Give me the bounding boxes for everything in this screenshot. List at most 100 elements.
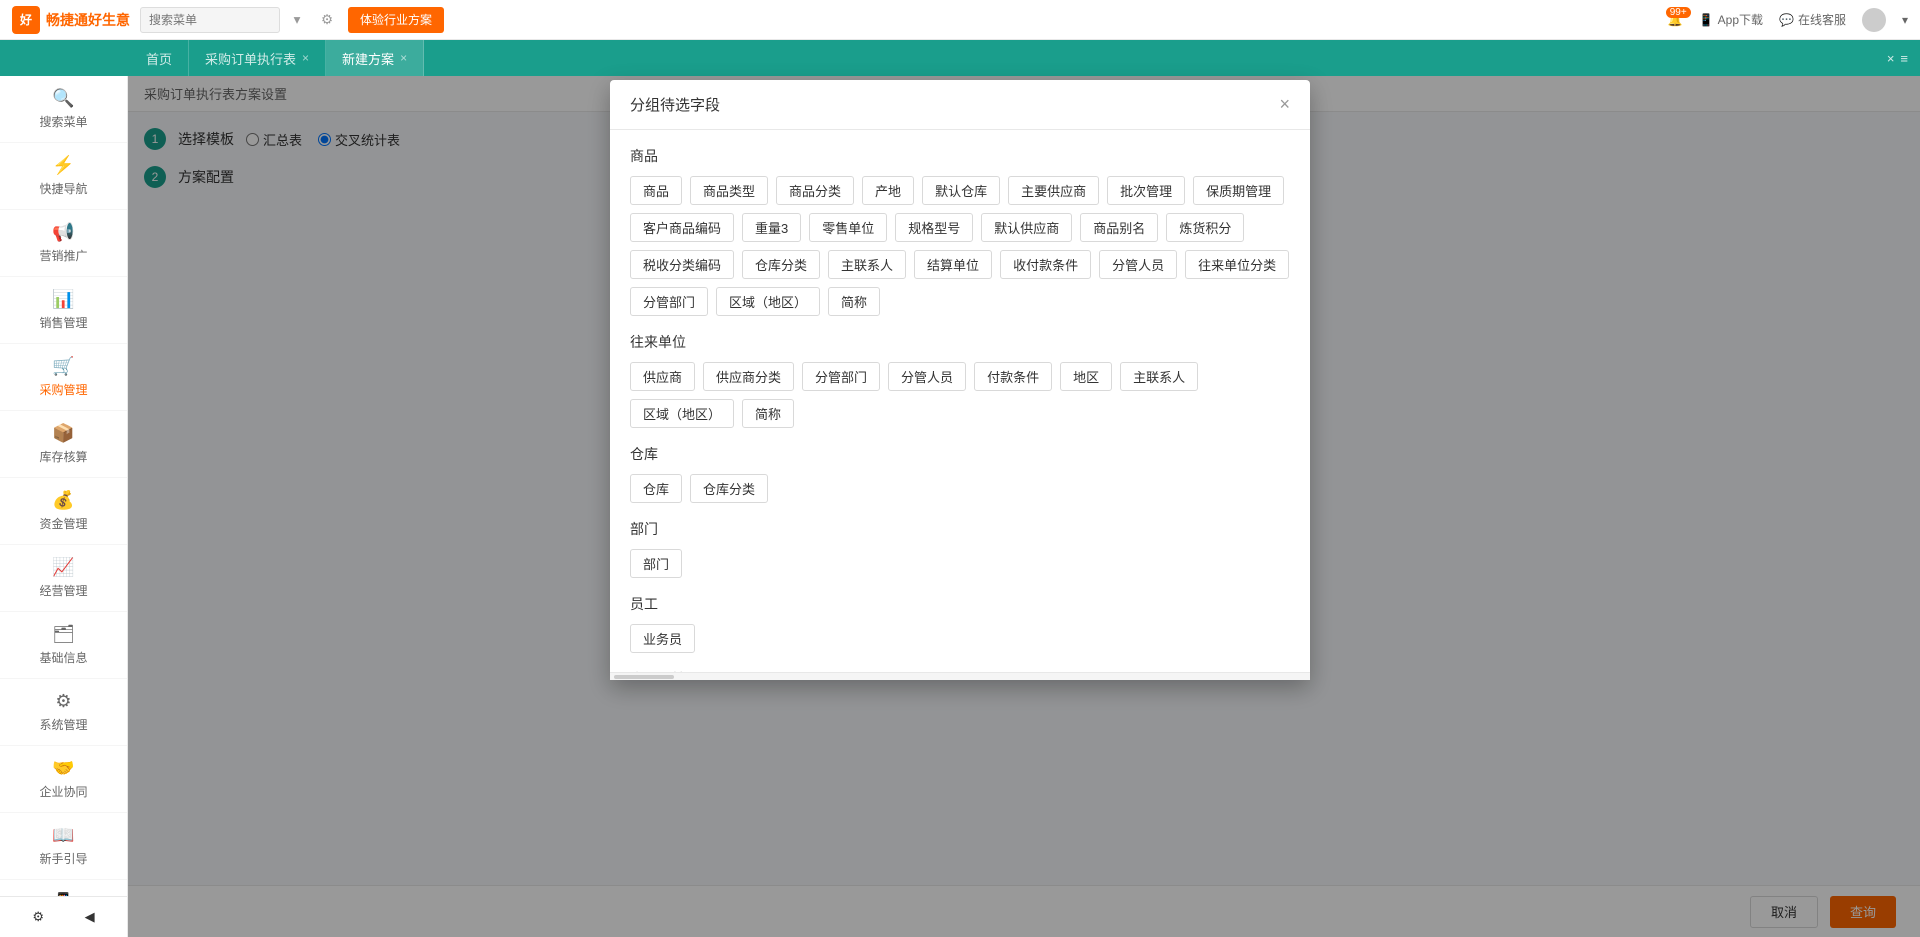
sidebar-item-inventory[interactable]: 📦 库存核算 xyxy=(0,411,127,478)
avatar[interactable] xyxy=(1862,8,1886,32)
field-goods-alias[interactable]: 商品别名 xyxy=(1080,213,1158,242)
sidebar-settings-btn[interactable]: ⚙ xyxy=(32,909,44,925)
top-header: 好 畅捷通好生意 ▾ ⚙ 体验行业方案 🔔 99+ 📱 App下载 💬 在线客服… xyxy=(0,0,1920,40)
sidebar-item-quicknav-label: 快捷导航 xyxy=(39,180,87,197)
field-scrap-points[interactable]: 炼货积分 xyxy=(1166,213,1244,242)
sidebar-item-collab[interactable]: 🤝 企业协同 xyxy=(0,746,127,813)
field-short-name-partner[interactable]: 简称 xyxy=(742,399,794,428)
field-customer-code[interactable]: 客户商品编码 xyxy=(630,213,734,242)
field-warehouse[interactable]: 仓库 xyxy=(630,474,682,503)
field-shelf-life[interactable]: 保质期管理 xyxy=(1193,176,1284,205)
settings-icon-btn[interactable]: ⚙ xyxy=(314,7,340,33)
field-batch-mgmt[interactable]: 批次管理 xyxy=(1107,176,1185,205)
tab-home-label: 首页 xyxy=(146,49,172,68)
sidebar-item-collab-label: 企业协同 xyxy=(39,783,87,800)
sidebar-item-base[interactable]: 🗂 基础信息 xyxy=(0,612,127,679)
field-tax-code[interactable]: 税收分类编码 xyxy=(630,250,734,279)
field-payment-terms[interactable]: 收付款条件 xyxy=(1000,250,1091,279)
field-retail-unit[interactable]: 零售单位 xyxy=(809,213,887,242)
section-warehouse-fields: 仓库 仓库分类 xyxy=(630,474,1290,503)
quicknav-icon: ⚡ xyxy=(52,155,74,176)
field-settlement-unit[interactable]: 结算单位 xyxy=(914,250,992,279)
tab-new-plan-label: 新建方案 xyxy=(342,49,394,68)
tab-purchase-exec-label: 采购订单执行表 xyxy=(205,49,296,68)
sidebar-item-quicknav[interactable]: ⚡ 快捷导航 xyxy=(0,143,127,210)
modal-horizontal-scrollbar[interactable] xyxy=(610,672,1310,680)
field-region-partner[interactable]: 地区 xyxy=(1060,362,1112,391)
search-icon: 🔍 xyxy=(52,88,74,109)
field-region-goods[interactable]: 区域（地区） xyxy=(716,287,820,316)
field-weight3[interactable]: 重量3 xyxy=(742,213,801,242)
field-default-warehouse[interactable]: 默认仓库 xyxy=(922,176,1000,205)
section-dept-fields: 部门 xyxy=(630,549,1290,578)
notification-area[interactable]: 🔔 99+ xyxy=(1668,13,1683,27)
field-managed-dept[interactable]: 分管部门 xyxy=(802,362,880,391)
sidebar-collapse-btn[interactable]: ◀ xyxy=(85,909,95,925)
sidebar-item-inventory-label: 库存核算 xyxy=(39,448,87,465)
sidebar-item-search-label: 搜索菜单 xyxy=(39,113,87,130)
sidebar-item-finance[interactable]: 💰 资金管理 xyxy=(0,478,127,545)
sidebar-item-purchase[interactable]: 🛒 采购管理 xyxy=(0,344,127,411)
online-service[interactable]: 💬 在线客服 xyxy=(1779,11,1846,28)
field-manager[interactable]: 分管人员 xyxy=(1099,250,1177,279)
field-spec-model[interactable]: 规格型号 xyxy=(895,213,973,242)
finance-icon: 💰 xyxy=(52,490,74,511)
field-managed-person[interactable]: 分管人员 xyxy=(888,362,966,391)
field-warehouse-category[interactable]: 仓库分类 xyxy=(742,250,820,279)
logo-text: 畅捷通好生意 xyxy=(46,10,130,30)
tab-prev-icon[interactable]: × xyxy=(1887,51,1895,66)
base-icon: 🗂 xyxy=(52,624,75,645)
field-warehouse-cat[interactable]: 仓库分类 xyxy=(690,474,768,503)
search-input[interactable] xyxy=(140,7,280,33)
field-goods-type[interactable]: 商品类型 xyxy=(690,176,768,205)
field-dept[interactable]: 分管部门 xyxy=(630,287,708,316)
field-short-name-goods[interactable]: 简称 xyxy=(828,287,880,316)
field-supplier-category[interactable]: 供应商分类 xyxy=(703,362,794,391)
field-salesperson[interactable]: 业务员 xyxy=(630,624,695,653)
tab-purchase-exec-close[interactable]: × xyxy=(302,51,309,65)
field-region-district[interactable]: 区域（地区） xyxy=(630,399,734,428)
sidebar-item-sales[interactable]: 📊 销售管理 xyxy=(0,277,127,344)
field-pay-terms[interactable]: 付款条件 xyxy=(974,362,1052,391)
tab-bar: 首页 采购订单执行表 × 新建方案 × × ≡ xyxy=(0,40,1920,76)
sidebar-item-guide-label: 新手引导 xyxy=(39,850,87,867)
field-supplier[interactable]: 供应商 xyxy=(630,362,695,391)
section-staff-title: 员工 xyxy=(630,594,1290,614)
tab-new-plan-close[interactable]: × xyxy=(400,51,407,65)
sidebar-item-system[interactable]: ⚙ 系统管理 xyxy=(0,679,127,746)
header-left: 好 畅捷通好生意 ▾ ⚙ 体验行业方案 xyxy=(12,6,444,34)
tab-new-plan[interactable]: 新建方案 × xyxy=(326,40,424,76)
field-goods-category[interactable]: 商品分类 xyxy=(776,176,854,205)
section-partner-title: 往来单位 xyxy=(630,332,1290,352)
service-icon: 💬 xyxy=(1779,13,1794,27)
field-main-contact[interactable]: 主联系人 xyxy=(828,250,906,279)
sales-icon: 📊 xyxy=(52,289,74,310)
sidebar-item-finance-label: 资金管理 xyxy=(39,515,87,532)
user-dropdown-icon[interactable]: ▾ xyxy=(1902,13,1908,27)
sidebar-item-base-label: 基础信息 xyxy=(39,649,87,666)
tab-purchase-exec[interactable]: 采购订单执行表 × xyxy=(189,40,326,76)
search-bar: ▾ ⚙ xyxy=(140,7,340,33)
sidebar-item-marketing[interactable]: 📢 营销推广 xyxy=(0,210,127,277)
tab-more-icon[interactable]: ≡ xyxy=(1900,51,1908,66)
app-download[interactable]: 📱 App下载 xyxy=(1699,11,1763,28)
modal-close-button[interactable]: × xyxy=(1279,94,1290,115)
tab-home[interactable]: 首页 xyxy=(130,40,189,76)
field-main-supplier[interactable]: 主要供应商 xyxy=(1008,176,1099,205)
trial-button[interactable]: 体验行业方案 xyxy=(348,7,444,33)
sidebar-item-guide[interactable]: 📖 新手引导 xyxy=(0,813,127,880)
field-goods[interactable]: 商品 xyxy=(630,176,682,205)
scrollbar-thumb xyxy=(614,675,674,679)
field-main-contact-partner[interactable]: 主联系人 xyxy=(1120,362,1198,391)
field-origin[interactable]: 产地 xyxy=(862,176,914,205)
field-partner-category[interactable]: 往来单位分类 xyxy=(1185,250,1289,279)
ops-icon: 📈 xyxy=(52,557,74,578)
field-department[interactable]: 部门 xyxy=(630,549,682,578)
sidebar-item-marketing-label: 营销推广 xyxy=(39,247,87,264)
sidebar-item-search[interactable]: 🔍 搜索菜单 xyxy=(0,76,127,143)
tab-bar-right: × ≡ xyxy=(1875,40,1920,76)
sidebar: 🔍 搜索菜单 ⚡ 快捷导航 📢 营销推广 📊 销售管理 🛒 采购管理 📦 库存核… xyxy=(0,76,128,937)
sidebar-item-ops[interactable]: 📈 经营管理 xyxy=(0,545,127,612)
search-button[interactable]: ▾ xyxy=(284,7,310,33)
field-default-supplier[interactable]: 默认供应商 xyxy=(981,213,1072,242)
